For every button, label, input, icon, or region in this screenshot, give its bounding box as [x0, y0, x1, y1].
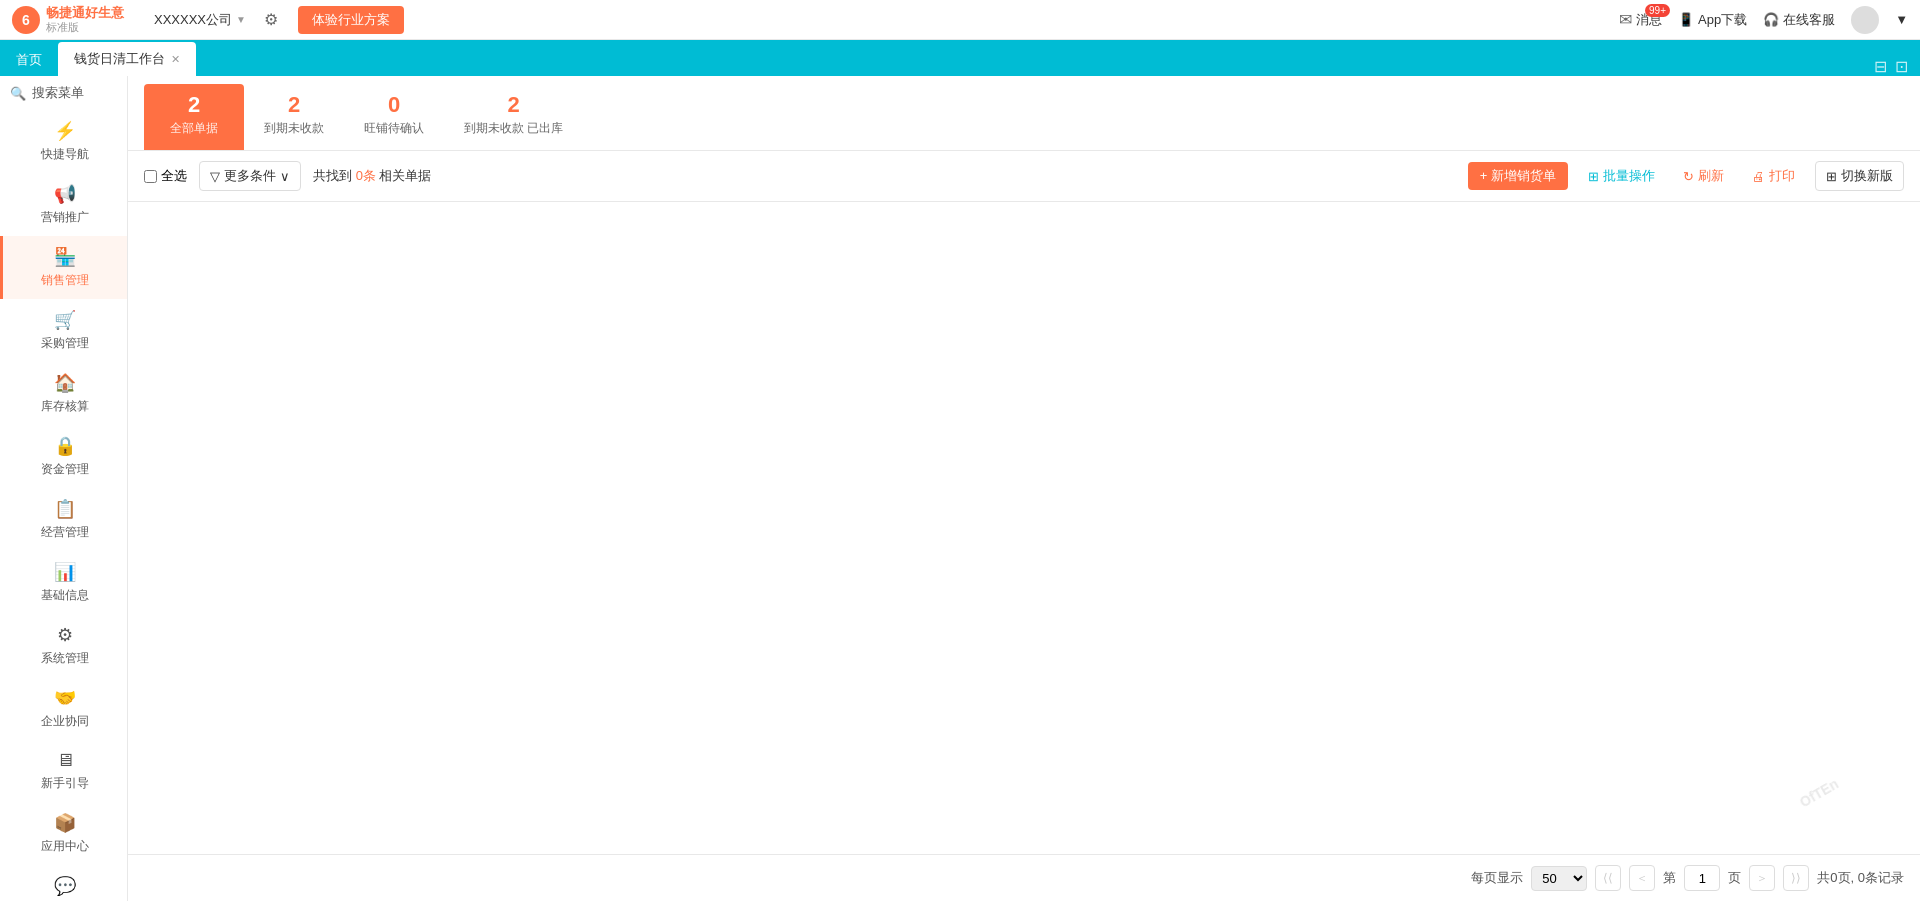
select-all-checkbox[interactable]: 全选: [144, 167, 187, 185]
app-download-icon: 📱: [1678, 12, 1694, 27]
print-icon: 🖨: [1752, 169, 1765, 184]
notification-badge: 99+: [1645, 4, 1670, 17]
notification-area[interactable]: ✉ 99+ 消息: [1619, 10, 1662, 29]
select-all-input[interactable]: [144, 170, 157, 183]
sidebar-item-basicinfo[interactable]: 📊 基础信息: [0, 551, 127, 614]
stats-tab-overdue[interactable]: 2 到期未收款: [244, 84, 344, 150]
page-info-prefix: 第: [1663, 869, 1676, 887]
toolbar-left: 全选 ▽ 更多条件 ∨ 共找到 0条 相关单据: [144, 161, 431, 191]
marketing-icon: 📢: [54, 183, 76, 205]
stats-tab-shipped[interactable]: 2 到期未收款 已出库: [444, 84, 583, 150]
inventory-icon: 🏠: [54, 372, 76, 394]
per-page-label: 每页显示: [1471, 869, 1523, 887]
stats-tab-all[interactable]: 2 全部单据: [144, 84, 244, 150]
print-button[interactable]: 🖨 打印: [1744, 162, 1803, 190]
page-size-select[interactable]: 50 10 20 100: [1531, 866, 1587, 891]
nav-expand-icon[interactable]: ⊡: [1895, 57, 1908, 76]
logo-icon: 6: [12, 6, 40, 34]
logo-text: 畅捷通好生意 标准版: [46, 5, 124, 34]
toolbar: 全选 ▽ 更多条件 ∨ 共找到 0条 相关单据 + 新增销货单 ⊞ 批量操作: [128, 151, 1920, 202]
sidebar-search[interactable]: 🔍 搜索菜单: [0, 76, 127, 110]
system-icon: ⚙: [57, 624, 73, 646]
newbie-icon: 🖥: [56, 750, 74, 771]
toolbar-right: + 新增销货单 ⊞ 批量操作 ↻ 刷新 🖨 打印 ⊞ 切换新版: [1468, 161, 1904, 191]
settings-icon[interactable]: ⚙: [264, 10, 278, 29]
sidebar-item-finance[interactable]: 🔒 资金管理: [0, 425, 127, 488]
user-name[interactable]: ▼: [1895, 12, 1908, 27]
purchase-icon: 🛒: [54, 309, 76, 331]
sidebar-item-cooperation[interactable]: 🤝 企业协同: [0, 677, 127, 740]
stats-tabs: 2 全部单据 2 到期未收款 0 旺铺待确认 2 到期未收款 已出库: [128, 76, 1920, 151]
sidebar-item-newbie[interactable]: 🖥 新手引导: [0, 740, 127, 802]
add-sales-button[interactable]: + 新增销货单: [1468, 162, 1568, 190]
sales-icon: 🏪: [54, 246, 76, 268]
table-area: [128, 202, 1920, 854]
filter-button[interactable]: ▽ 更多条件 ∨: [199, 161, 301, 191]
appcenter-icon: 📦: [54, 812, 76, 834]
nav-minimize-icon[interactable]: ⊟: [1874, 57, 1887, 76]
batch-icon: ⊞: [1588, 169, 1599, 184]
online-service[interactable]: 🎧 在线客服: [1763, 11, 1835, 29]
nav-tab-actions: ⊟ ⊡: [1874, 57, 1920, 76]
filter-arrow: ∨: [280, 169, 290, 184]
batch-operation-button[interactable]: ⊞ 批量操作: [1580, 162, 1663, 190]
refresh-button[interactable]: ↻ 刷新: [1675, 162, 1732, 190]
switch-icon: ⊞: [1826, 169, 1837, 184]
search-icon: 🔍: [10, 86, 26, 101]
headset-icon: 🎧: [1763, 12, 1779, 27]
top-bar: 6 畅捷通好生意 标准版 XXXXXX公司 ▼ ⚙ 体验行业方案 ✉ 99+ 消…: [0, 0, 1920, 40]
sidebar-item-system[interactable]: ⚙ 系统管理: [0, 614, 127, 677]
company-selector[interactable]: XXXXXX公司 ▼: [154, 11, 246, 29]
sidebar-item-sales[interactable]: 🏪 销售管理: [0, 236, 127, 299]
main-layout: 🔍 搜索菜单 ⚡ 快捷导航 📢 营销推广 🏪 销售管理 🛒 采购管理 🏠 库存核…: [0, 76, 1920, 901]
pagination: 每页显示 50 10 20 100 ⟨⟨ ＜ 第 页 ＞ ⟩⟩ 共0页, 0条记…: [128, 854, 1920, 901]
total-info: 共0页, 0条记录: [1817, 869, 1904, 887]
switch-version-button[interactable]: ⊞ 切换新版: [1815, 161, 1904, 191]
tab-home[interactable]: 首页: [0, 44, 58, 76]
sidebar: 🔍 搜索菜单 ⚡ 快捷导航 📢 营销推广 🏪 销售管理 🛒 采购管理 🏠 库存核…: [0, 76, 128, 901]
last-page-button[interactable]: ⟩⟩: [1783, 865, 1809, 891]
notification-icon: ✉: [1619, 10, 1632, 29]
tab-close-icon[interactable]: ✕: [171, 53, 180, 66]
filter-icon: ▽: [210, 169, 220, 184]
refresh-icon: ↻: [1683, 169, 1694, 184]
nav-tabs: 首页 钱货日清工作台 ✕ ⊟ ⊡: [0, 40, 1920, 76]
operation-icon: 📋: [54, 498, 76, 520]
app-download[interactable]: 📱 App下载: [1678, 11, 1747, 29]
prev-page-button[interactable]: ＜: [1629, 865, 1655, 891]
wechat-icon: 💬: [54, 875, 76, 897]
avatar[interactable]: [1851, 6, 1879, 34]
company-dropdown-arrow: ▼: [236, 14, 246, 25]
page-input[interactable]: [1684, 865, 1720, 891]
page-info-suffix: 页: [1728, 869, 1741, 887]
next-page-button[interactable]: ＞: [1749, 865, 1775, 891]
sidebar-item-inventory[interactable]: 🏠 库存核算: [0, 362, 127, 425]
stats-tab-wangpu[interactable]: 0 旺铺待确认: [344, 84, 444, 150]
cooperation-icon: 🤝: [54, 687, 76, 709]
top-bar-right: ✉ 99+ 消息 📱 App下载 🎧 在线客服 ▼: [1619, 6, 1908, 34]
sidebar-item-operation[interactable]: 📋 经营管理: [0, 488, 127, 551]
quick-nav-icon: ⚡: [54, 120, 76, 142]
basicinfo-icon: 📊: [54, 561, 76, 583]
sidebar-item-appcenter[interactable]: 📦 应用中心: [0, 802, 127, 865]
tab-qhdq[interactable]: 钱货日清工作台 ✕: [58, 42, 196, 76]
sidebar-item-purchase[interactable]: 🛒 采购管理: [0, 299, 127, 362]
logo-area: 6 畅捷通好生意 标准版: [12, 5, 124, 34]
sidebar-item-wechat[interactable]: 💬 企业微信: [0, 865, 127, 901]
trial-button[interactable]: 体验行业方案: [298, 6, 404, 34]
sidebar-item-marketing[interactable]: 📢 营销推广: [0, 173, 127, 236]
content: 2 全部单据 2 到期未收款 0 旺铺待确认 2 到期未收款 已出库 全选: [128, 76, 1920, 901]
sidebar-item-quick-nav[interactable]: ⚡ 快捷导航: [0, 110, 127, 173]
first-page-button[interactable]: ⟨⟨: [1595, 865, 1621, 891]
finance-icon: 🔒: [54, 435, 76, 457]
top-bar-left: 6 畅捷通好生意 标准版 XXXXXX公司 ▼ ⚙ 体验行业方案: [12, 5, 404, 34]
found-text: 共找到 0条 相关单据: [313, 167, 431, 185]
